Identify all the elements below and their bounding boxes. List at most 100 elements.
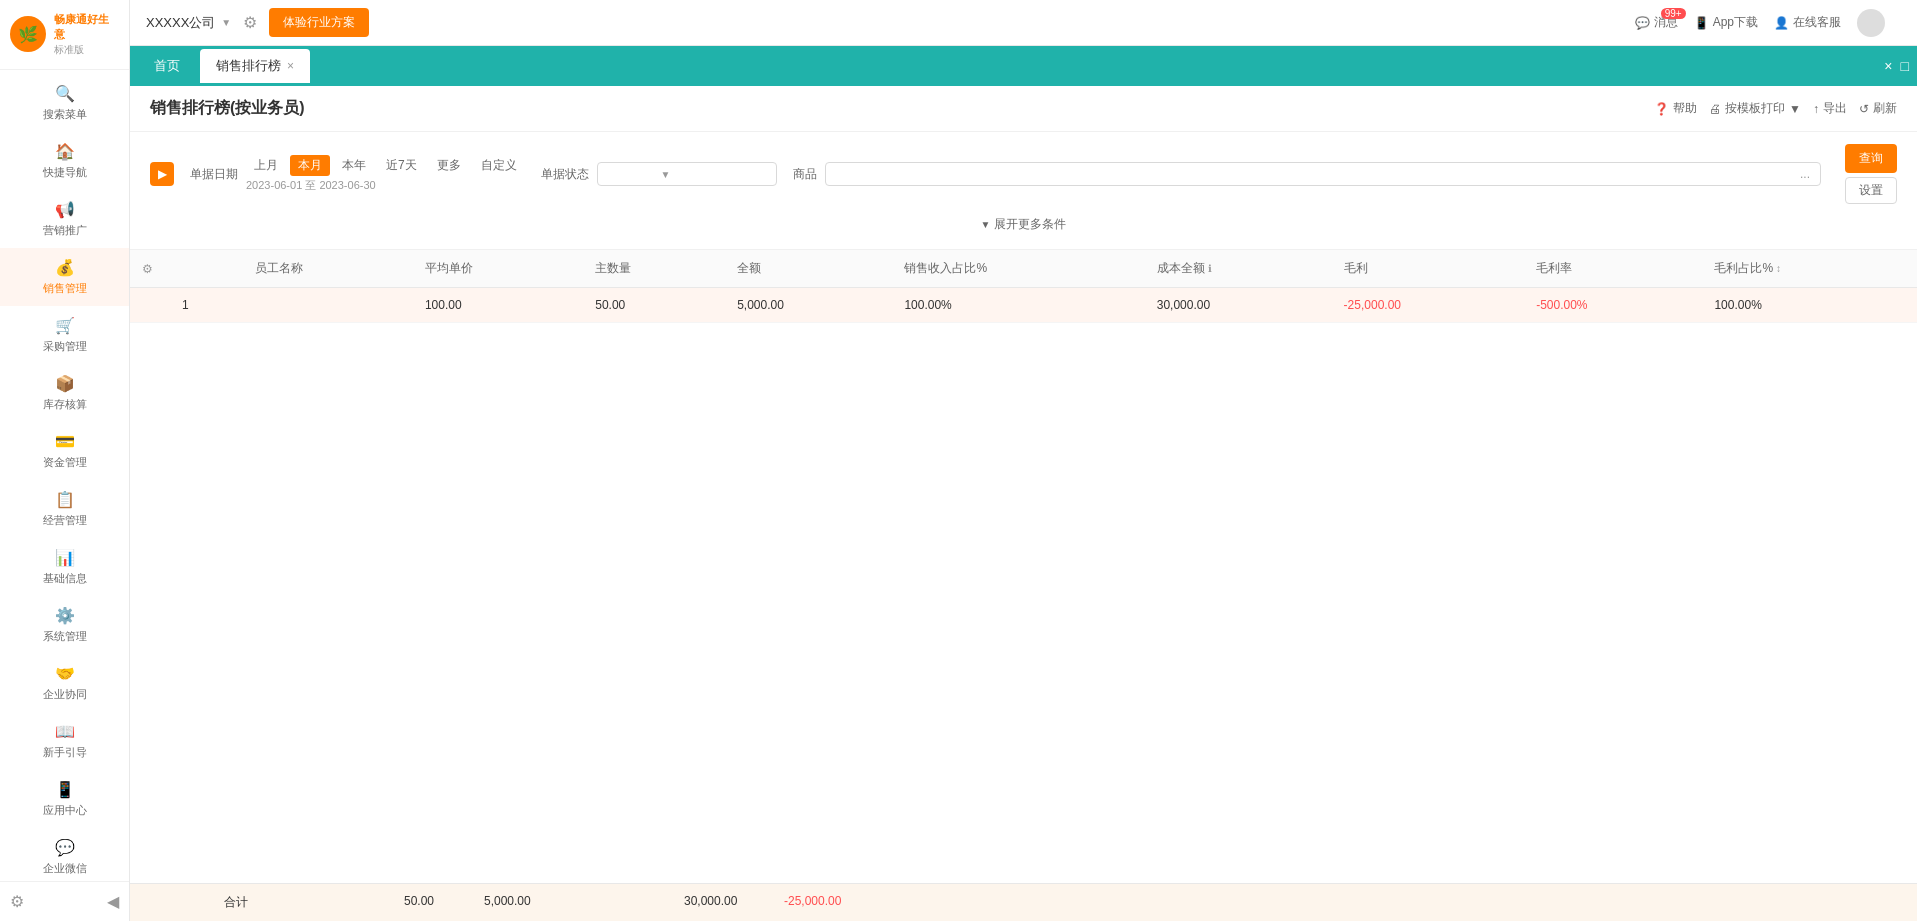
- th-profit-ratio: 毛利占比% ↕: [1702, 250, 1917, 288]
- td-quantity: 50.00: [583, 288, 725, 323]
- trial-button[interactable]: 体验行业方案: [269, 8, 369, 37]
- table-body: 1 100.00 50.00: [130, 288, 1917, 323]
- sidebar-item-label-wechat: 企业微信: [43, 861, 87, 876]
- date-tab-this-month[interactable]: 本月: [290, 155, 330, 176]
- sidebar-item-base-info[interactable]: 📊 基础信息: [0, 538, 129, 596]
- print-icon: 🖨: [1709, 102, 1721, 116]
- amount-value: 5,000.00: [737, 298, 784, 312]
- online-service-group[interactable]: 👤 在线客服: [1774, 14, 1841, 31]
- logo-icon: 🌿: [10, 16, 46, 52]
- th-profit-label: 毛利: [1344, 261, 1368, 275]
- purchase-icon: 🛒: [55, 316, 75, 335]
- sidebar-item-purchase[interactable]: 🛒 采购管理: [0, 306, 129, 364]
- filter-area: ▶ 单据日期 上月 本月 本年 近7天 更多 自定义 2023-06-01 至 …: [130, 132, 1917, 250]
- footer-cost: 30,000.00: [672, 894, 772, 911]
- footer-avg-price-empty: [312, 894, 392, 911]
- export-button[interactable]: ↑ 导出: [1813, 100, 1847, 117]
- th-setting: ⚙: [130, 250, 170, 288]
- cost-info-icon[interactable]: ℹ: [1208, 263, 1212, 274]
- goods-filter: 商品 ...: [793, 162, 1821, 186]
- export-icon: ↑: [1813, 102, 1819, 116]
- goods-more-icon[interactable]: ...: [1800, 167, 1810, 181]
- app-download-group[interactable]: 📱 App下载: [1694, 14, 1758, 31]
- th-sales-ratio-label: 销售收入占比%: [904, 261, 987, 275]
- date-tab-last-month[interactable]: 上月: [246, 155, 286, 176]
- sidebar-item-guide[interactable]: 📖 新手引导: [0, 712, 129, 770]
- sidebar-item-quick-nav[interactable]: 🏠 快捷导航: [0, 132, 129, 190]
- sidebar-item-operations[interactable]: 📋 经营管理: [0, 480, 129, 538]
- sidebar-item-system[interactable]: ⚙️ 系统管理: [0, 596, 129, 654]
- sidebar-item-sales[interactable]: 💰 销售管理: [0, 248, 129, 306]
- print-button[interactable]: 🖨 按模板打印 ▼: [1709, 100, 1801, 117]
- system-icon: ⚙️: [55, 606, 75, 625]
- company-arrow-icon: ▼: [221, 17, 231, 28]
- tab-sales-ranking[interactable]: 销售排行榜 ×: [200, 49, 310, 83]
- status-select[interactable]: ▼: [597, 162, 777, 186]
- sidebar-item-wechat[interactable]: 💬 企业微信: [0, 828, 129, 881]
- help-label: 帮助: [1673, 100, 1697, 117]
- settings-button[interactable]: 设置: [1845, 177, 1897, 204]
- gear-icon[interactable]: ⚙: [243, 13, 257, 32]
- online-service-label: 在线客服: [1793, 14, 1841, 31]
- th-amount: 全额: [725, 250, 892, 288]
- th-rank: [170, 250, 243, 288]
- sidebar-item-enterprise[interactable]: 🤝 企业协同: [0, 654, 129, 712]
- sidebar-item-inventory[interactable]: 📦 库存核算: [0, 364, 129, 422]
- date-tab-7days[interactable]: 近7天: [378, 155, 425, 176]
- quick-nav-icon: 🏠: [55, 142, 75, 161]
- sidebar-item-finance[interactable]: 💳 资金管理: [0, 422, 129, 480]
- message-icon: 💬: [1635, 16, 1650, 30]
- date-filter: 单据日期 上月 本月 本年 近7天 更多 自定义 2023-06-01 至 20…: [190, 155, 525, 193]
- footer-cells: 合计 50.00 5,000.00 30,000.00 -25,000.00: [142, 894, 1905, 911]
- top-header: XXXXX公司 ▼ ⚙ 体验行业方案 💬 消息 99+ 📱 App下载 👤 在线…: [130, 0, 1917, 46]
- tab-label: 销售排行榜: [216, 57, 281, 75]
- help-button[interactable]: ❓ 帮助: [1654, 100, 1697, 117]
- date-tab-this-year[interactable]: 本年: [334, 155, 374, 176]
- date-tab-custom[interactable]: 自定义: [473, 155, 525, 176]
- app-icon: 📱: [1694, 16, 1709, 30]
- sidebar-item-label-finance: 资金管理: [43, 455, 87, 470]
- search-icon: 🔍: [55, 84, 75, 103]
- sidebar-item-search[interactable]: 🔍 搜索菜单: [0, 74, 129, 132]
- tab-maximize-icon[interactable]: □: [1901, 58, 1909, 74]
- refresh-button[interactable]: ↺ 刷新: [1859, 100, 1897, 117]
- expand-icon: ▼: [981, 219, 991, 230]
- sidebar-item-label-marketing: 营销推广: [43, 223, 87, 238]
- table-container: ⚙ 员工名称 平均单价: [130, 250, 1917, 921]
- th-sales-ratio: 销售收入占比%: [892, 250, 1144, 288]
- expand-more-btn[interactable]: ▼ 展开更多条件: [981, 212, 1067, 237]
- message-group[interactable]: 💬 消息 99+: [1635, 14, 1678, 31]
- tab-close-icon[interactable]: ×: [287, 59, 294, 73]
- sidebar-item-label-guide: 新手引导: [43, 745, 87, 760]
- goods-value: [836, 167, 839, 181]
- tab-home[interactable]: 首页: [138, 49, 196, 83]
- tab-minimize-icon[interactable]: ×: [1884, 58, 1892, 74]
- sort-icon[interactable]: ↕: [1776, 263, 1781, 274]
- query-button[interactable]: 查询: [1845, 144, 1897, 173]
- goods-input[interactable]: ...: [825, 162, 1821, 186]
- td-profit-ratio: 100.00%: [1702, 288, 1917, 323]
- cost-value: 30,000.00: [1157, 298, 1210, 312]
- column-settings-icon[interactable]: ⚙: [142, 262, 153, 276]
- page-content: 销售排行榜(按业务员) ❓ 帮助 🖨 按模板打印 ▼ ↑ 导出 ↺ 刷新: [130, 86, 1917, 921]
- sidebar-bottom: ⚙ ◀: [0, 881, 129, 921]
- table-area: ⚙ 员工名称 平均单价: [130, 250, 1917, 883]
- date-tab-more[interactable]: 更多: [429, 155, 469, 176]
- refresh-label: 刷新: [1873, 100, 1897, 117]
- collapse-icon[interactable]: ◀: [107, 892, 119, 911]
- th-avg-price: 平均单价: [413, 250, 583, 288]
- sidebar-item-marketing[interactable]: 📢 营销推广: [0, 190, 129, 248]
- print-label: 按模板打印: [1725, 100, 1785, 117]
- filter-toggle-btn[interactable]: ▶: [150, 162, 174, 186]
- sidebar-nav: 🔍 搜索菜单 🏠 快捷导航 📢 营销推广 💰 销售管理 🛒 采购管理 📦 库存核…: [0, 70, 129, 881]
- settings-icon[interactable]: ⚙: [10, 892, 24, 911]
- guide-icon: 📖: [55, 722, 75, 741]
- footer-quantity: 50.00: [392, 894, 472, 911]
- footer-empty-rank: [182, 894, 212, 911]
- base-info-icon: 📊: [55, 548, 75, 567]
- td-setting: [130, 288, 170, 323]
- company-selector[interactable]: XXXXX公司 ▼: [146, 14, 231, 32]
- sales-icon: 💰: [55, 258, 75, 277]
- enterprise-icon: 🤝: [55, 664, 75, 683]
- sidebar-item-app-center[interactable]: 📱 应用中心: [0, 770, 129, 828]
